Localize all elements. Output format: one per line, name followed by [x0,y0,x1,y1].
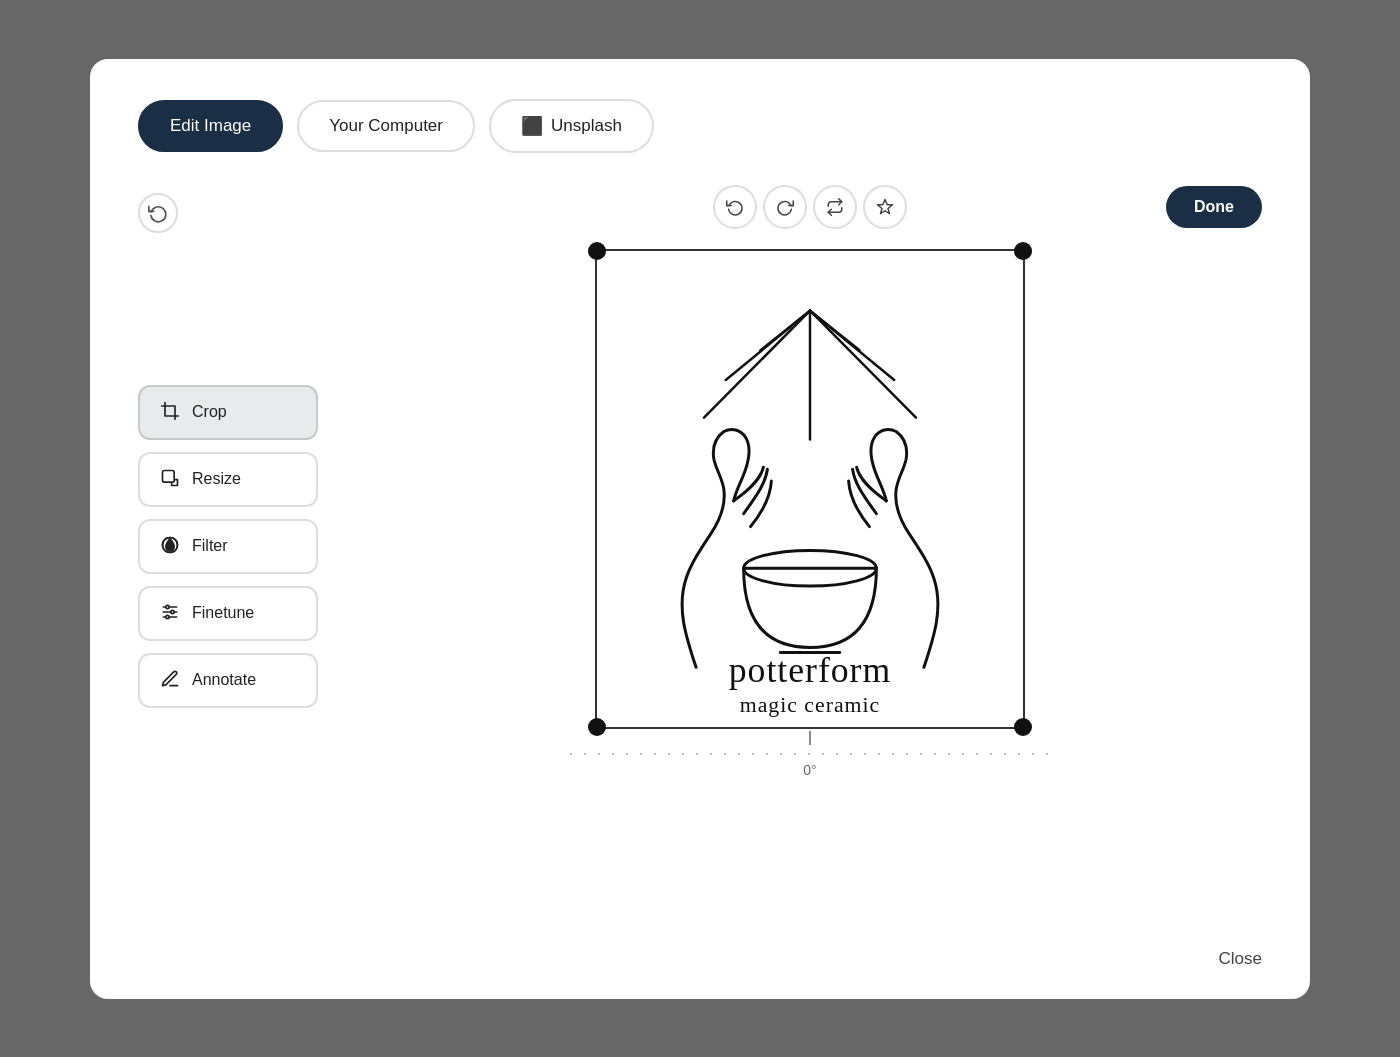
editor-area: Done [358,185,1262,959]
brightness-icon [876,198,894,216]
svg-point-7 [171,610,174,613]
undo-button[interactable] [713,185,757,229]
done-button[interactable]: Done [1166,186,1262,228]
svg-line-13 [704,310,810,417]
redo-icon [776,198,794,216]
svg-marker-9 [878,199,893,213]
sidebar: Crop Resize [138,185,358,959]
svg-line-15 [810,310,894,379]
flip-icon [826,198,844,216]
filter-icon [160,535,180,558]
handle-bottom-right[interactable] [1014,718,1032,736]
editor-toolbar-row: Done [358,185,1262,229]
handle-top-left[interactable] [588,242,606,260]
history-icon [148,203,168,223]
svg-rect-0 [163,470,175,482]
rotation-ruler: 0° [570,753,1050,755]
tool-finetune-button[interactable]: Finetune [138,586,318,641]
rotation-angle: 0° [803,762,816,778]
svg-line-16 [810,310,916,417]
ruler-container: 0° [570,753,1050,755]
done-wrapper: Done [1166,186,1262,228]
image-canvas: potterform magic ceramic [595,249,1025,729]
redo-button[interactable] [763,185,807,229]
svg-point-6 [166,605,169,608]
undo-icon [726,198,744,216]
tab-unsplash[interactable]: ⬛ Unsplash [489,99,654,153]
tool-annotate-button[interactable]: Annotate [138,653,318,708]
tool-filter-button[interactable]: Filter [138,519,318,574]
crop-icon [160,401,180,424]
finetune-icon [160,602,180,625]
tool-crop-button[interactable]: Crop [138,385,318,440]
annotate-icon [160,669,180,692]
tab-bar: Edit Image Your Computer ⬛ Unsplash [138,99,1262,153]
logo-image: potterform magic ceramic [597,251,1023,727]
handle-bottom-left[interactable] [588,718,606,736]
editor-toolbar-center [713,185,907,229]
tool-resize-button[interactable]: Resize [138,452,318,507]
close-button[interactable]: Close [1219,949,1262,969]
svg-text:magic ceramic: magic ceramic [740,692,880,716]
resize-icon [160,468,180,491]
svg-point-8 [166,615,169,618]
handle-top-right[interactable] [1014,242,1032,260]
tab-your-computer[interactable]: Your Computer [297,100,475,152]
svg-text:potterform: potterform [729,650,891,690]
svg-line-12 [726,310,810,379]
history-button[interactable] [138,193,178,233]
modal-dialog: Edit Image Your Computer ⬛ Unsplash [90,59,1310,999]
content-area: Crop Resize [138,185,1262,959]
tab-edit-image[interactable]: Edit Image [138,100,283,152]
unsplash-icon: ⬛ [521,115,543,137]
flip-button[interactable] [813,185,857,229]
brightness-button[interactable] [863,185,907,229]
